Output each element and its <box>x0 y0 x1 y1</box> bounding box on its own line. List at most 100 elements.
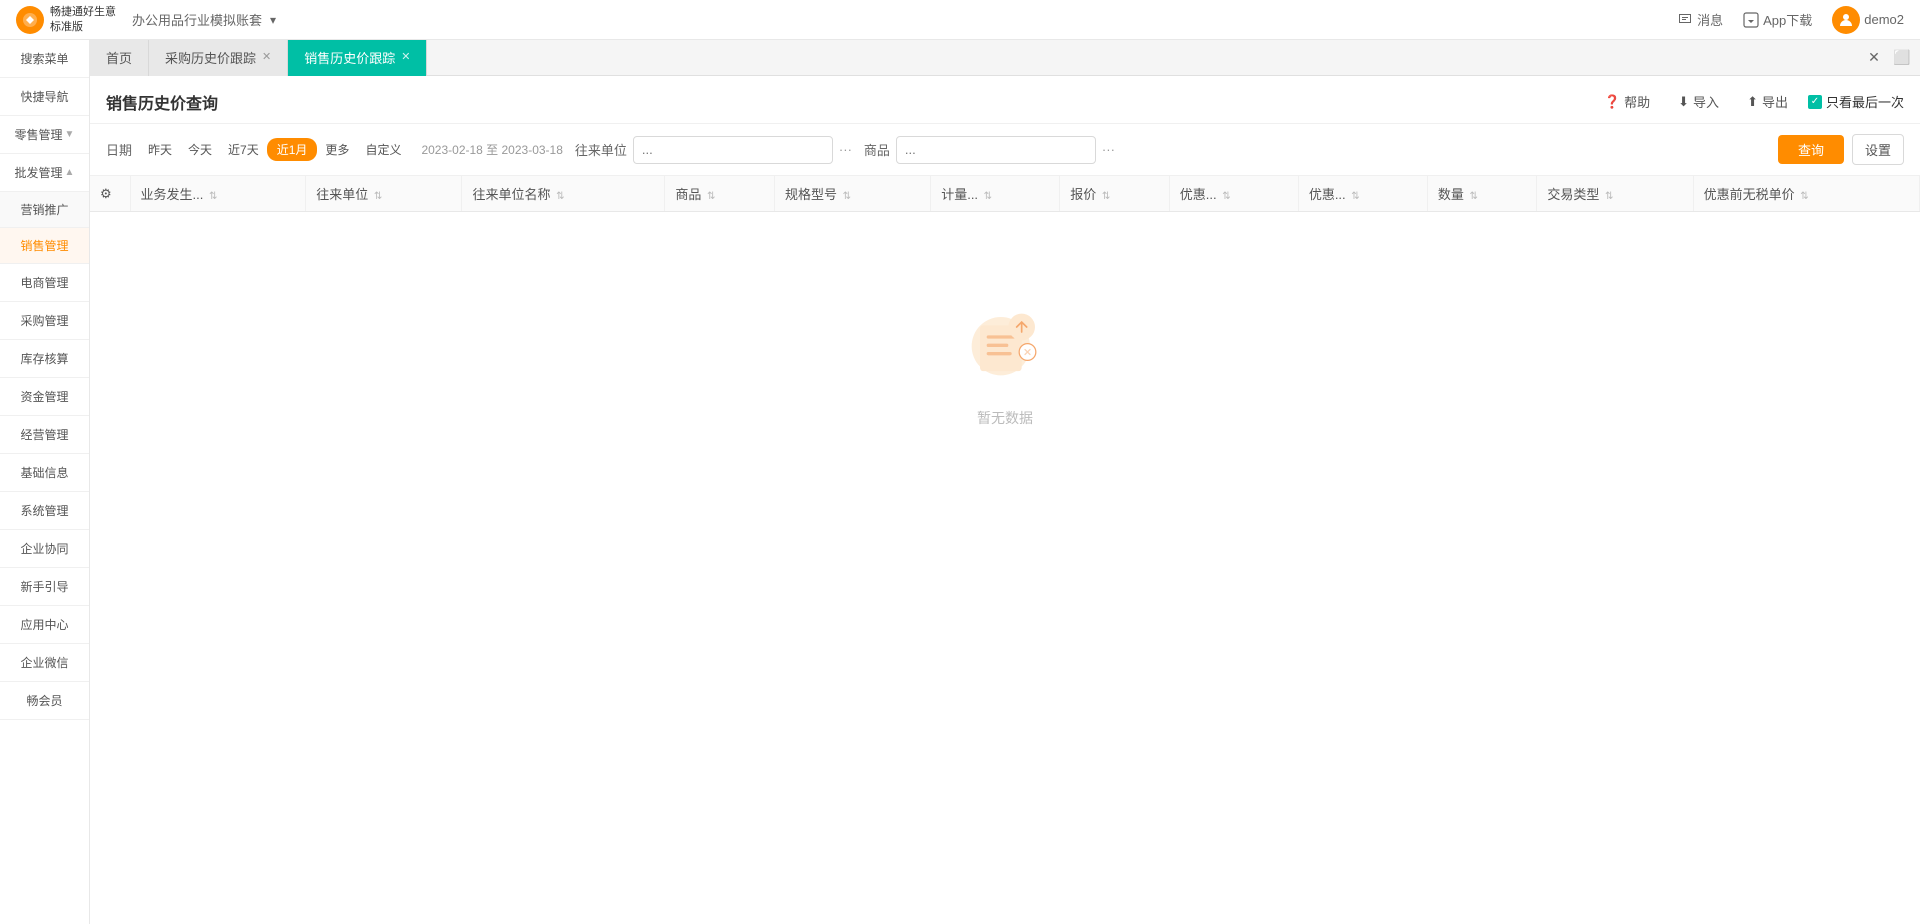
message-btn[interactable]: 消息 <box>1677 10 1723 29</box>
date-btn-7days[interactable]: 近7天 <box>220 138 267 161</box>
product-dots-btn[interactable]: ··· <box>1102 142 1115 157</box>
table-container: ⚙ 业务发生... ⇅ 往来单位 ⇅ 往来单位名称 <box>90 176 1920 508</box>
partner-label: 往来单位 <box>575 140 627 159</box>
sort-disc1-icon: ⇅ <box>1222 191 1230 202</box>
sidebar-item-ecom-mgmt[interactable]: 电商管理 <box>0 264 89 302</box>
th-quoted-price[interactable]: 报价 ⇅ <box>1060 176 1170 212</box>
tab-home[interactable]: 首页 <box>90 40 149 76</box>
sort-quoted-icon: ⇅ <box>1102 191 1110 202</box>
sidebar-item-new-guide[interactable]: 新手引导 <box>0 568 89 606</box>
date-label: 日期 <box>106 140 132 159</box>
th-partner-name[interactable]: 往来单位名称 ⇅ <box>462 176 665 212</box>
import-btn[interactable]: ⬇ 导入 <box>1670 88 1727 115</box>
sidebar-item-inventory[interactable]: 库存核算 <box>0 340 89 378</box>
query-button[interactable]: 查询 <box>1778 135 1844 164</box>
sort-quantity-icon: ⇅ <box>1469 191 1477 202</box>
sidebar-item-wholesale-mgmt[interactable]: 批发管理 ▲ <box>0 154 89 192</box>
header-left: 畅捷通好生意 标准版 办公用品行业模拟账套 ▾ <box>16 5 276 34</box>
sidebar-item-corp-wechat[interactable]: 企业微信 <box>0 644 89 682</box>
sidebar-system-label: 系统管理 <box>20 502 68 519</box>
content-area: 首页 采购历史价跟踪 ✕ 销售历史价跟踪 ✕ ✕ ⬜ 销售历史价查询 <box>90 40 1920 924</box>
date-btn-custom[interactable]: 自定义 <box>357 138 409 161</box>
product-input[interactable] <box>896 136 1096 164</box>
partner-dots-btn[interactable]: ··· <box>839 142 852 157</box>
th-settings[interactable]: ⚙ <box>90 176 130 212</box>
sidebar-search-label: 搜索菜单 <box>20 50 68 67</box>
sidebar-finance-label: 资金管理 <box>20 388 68 405</box>
date-btn-1month[interactable]: 近1月 <box>267 138 318 161</box>
date-btn-more[interactable]: 更多 <box>317 138 357 161</box>
sidebar-item-marketing[interactable]: 营销推广 <box>0 192 89 228</box>
app-dropdown[interactable]: ▾ <box>270 13 276 27</box>
th-discount2[interactable]: 优惠... ⇅ <box>1298 176 1427 212</box>
logo-area: 畅捷通好生意 标准版 <box>16 5 116 34</box>
partner-input[interactable] <box>633 136 833 164</box>
help-btn[interactable]: ❓ 帮助 <box>1596 88 1658 115</box>
th-product[interactable]: 商品 ⇅ <box>665 176 775 212</box>
th-partner[interactable]: 往来单位 ⇅ <box>306 176 462 212</box>
app-download-btn[interactable]: App下载 <box>1743 10 1812 29</box>
sidebar-item-corp-collab[interactable]: 企业协同 <box>0 530 89 568</box>
sidebar-item-app-center[interactable]: 应用中心 <box>0 606 89 644</box>
date-btn-today[interactable]: 今天 <box>180 138 220 161</box>
th-trade-type[interactable]: 交易类型 ⇅ <box>1537 176 1693 212</box>
th-unit[interactable]: 计量... ⇅ <box>931 176 1060 212</box>
sidebar-item-finance-mgmt[interactable]: 资金管理 <box>0 378 89 416</box>
app-header: 畅捷通好生意 标准版 办公用品行业模拟账套 ▾ 消息 App下载 demo2 <box>0 0 1920 40</box>
th-pretax-price[interactable]: 优惠前无税单价 ⇅ <box>1693 176 1919 212</box>
sidebar: 搜索菜单 快捷导航 零售管理 ▼ 批发管理 ▲ 营销推广 销售管理 电商管理 采… <box>0 40 90 924</box>
sidebar-basicinfo-label: 基础信息 <box>20 464 68 481</box>
empty-icon <box>955 292 1055 392</box>
sidebar-newguide-label: 新手引导 <box>20 578 68 595</box>
sidebar-operations-label: 经营管理 <box>20 426 68 443</box>
sidebar-item-search-menu[interactable]: 搜索菜单 <box>0 40 89 78</box>
checkbox-checked-icon: ✓ <box>1808 95 1822 109</box>
th-spec[interactable]: 规格型号 ⇅ <box>774 176 930 212</box>
page-content: 销售历史价查询 ❓ 帮助 ⬇ 导入 ⬆ 导出 ✓ <box>90 76 1920 924</box>
sidebar-marketing-label: 营销推广 <box>20 203 68 217</box>
tab-home-label: 首页 <box>106 48 132 67</box>
export-btn[interactable]: ⬆ 导出 <box>1739 88 1796 115</box>
sidebar-item-basic-info[interactable]: 基础信息 <box>0 454 89 492</box>
maximize-window-btn[interactable]: ⬜ <box>1892 48 1912 68</box>
sidebar-item-member[interactable]: 畅会员 <box>0 682 89 720</box>
wholesale-arrow-icon: ▲ <box>65 167 75 178</box>
user-avatar-area[interactable]: demo2 <box>1832 6 1904 34</box>
sidebar-item-retail-mgmt[interactable]: 零售管理 ▼ <box>0 116 89 154</box>
th-biz-date[interactable]: 业务发生... ⇅ <box>130 176 306 212</box>
sort-disc2-icon: ⇅ <box>1351 191 1359 202</box>
sort-partner-icon: ⇅ <box>374 191 382 202</box>
sidebar-ecom-label: 电商管理 <box>20 274 68 291</box>
th-quantity[interactable]: 数量 ⇅ <box>1427 176 1537 212</box>
sort-spec-icon: ⇅ <box>843 191 851 202</box>
tab-sales-label: 销售历史价跟踪 <box>304 48 395 67</box>
page-header: 销售历史价查询 ❓ 帮助 ⬇ 导入 ⬆ 导出 ✓ <box>90 76 1920 124</box>
logo-text: 畅捷通好生意 标准版 <box>50 5 116 34</box>
sidebar-item-purchase-mgmt[interactable]: 采购管理 <box>0 302 89 340</box>
sidebar-item-operations-mgmt[interactable]: 经营管理 <box>0 416 89 454</box>
avatar <box>1832 6 1860 34</box>
date-filter-group: 日期 昨天 今天 近7天 近1月 更多 自定义 2023-02-18 至 202… <box>106 138 563 161</box>
only-last-checkbox[interactable]: ✓ 只看最后一次 <box>1808 92 1904 111</box>
filter-area: 日期 昨天 今天 近7天 近1月 更多 自定义 2023-02-18 至 202… <box>90 124 1920 176</box>
app-title: 办公用品行业模拟账套 <box>132 10 262 29</box>
sidebar-member-label: 畅会员 <box>26 692 62 709</box>
sidebar-item-quick-nav[interactable]: 快捷导航 <box>0 78 89 116</box>
sidebar-corpcol-label: 企业协同 <box>20 540 68 557</box>
filter-actions: 查询 设置 <box>1778 134 1904 165</box>
close-window-btn[interactable]: ✕ <box>1864 48 1884 68</box>
sidebar-retail-label: 零售管理 <box>15 126 63 143</box>
sidebar-item-sales-mgmt[interactable]: 销售管理 <box>0 228 89 264</box>
tab-purchase-history[interactable]: 采购历史价跟踪 ✕ <box>149 40 288 76</box>
tab-purchase-close-btn[interactable]: ✕ <box>262 52 271 63</box>
sort-biz-date-icon: ⇅ <box>209 191 217 202</box>
settings-button[interactable]: 设置 <box>1852 134 1904 165</box>
retail-arrow-icon: ▼ <box>65 129 75 140</box>
tabs-bar-right: ✕ ⬜ <box>1864 48 1920 68</box>
tab-sales-close-btn[interactable]: ✕ <box>401 52 410 63</box>
th-discount1[interactable]: 优惠... ⇅ <box>1169 176 1298 212</box>
date-btn-yesterday[interactable]: 昨天 <box>140 138 180 161</box>
tab-sales-history[interactable]: 销售历史价跟踪 ✕ <box>288 40 427 76</box>
sidebar-item-system-mgmt[interactable]: 系统管理 <box>0 492 89 530</box>
page-title: 销售历史价查询 <box>106 90 218 114</box>
